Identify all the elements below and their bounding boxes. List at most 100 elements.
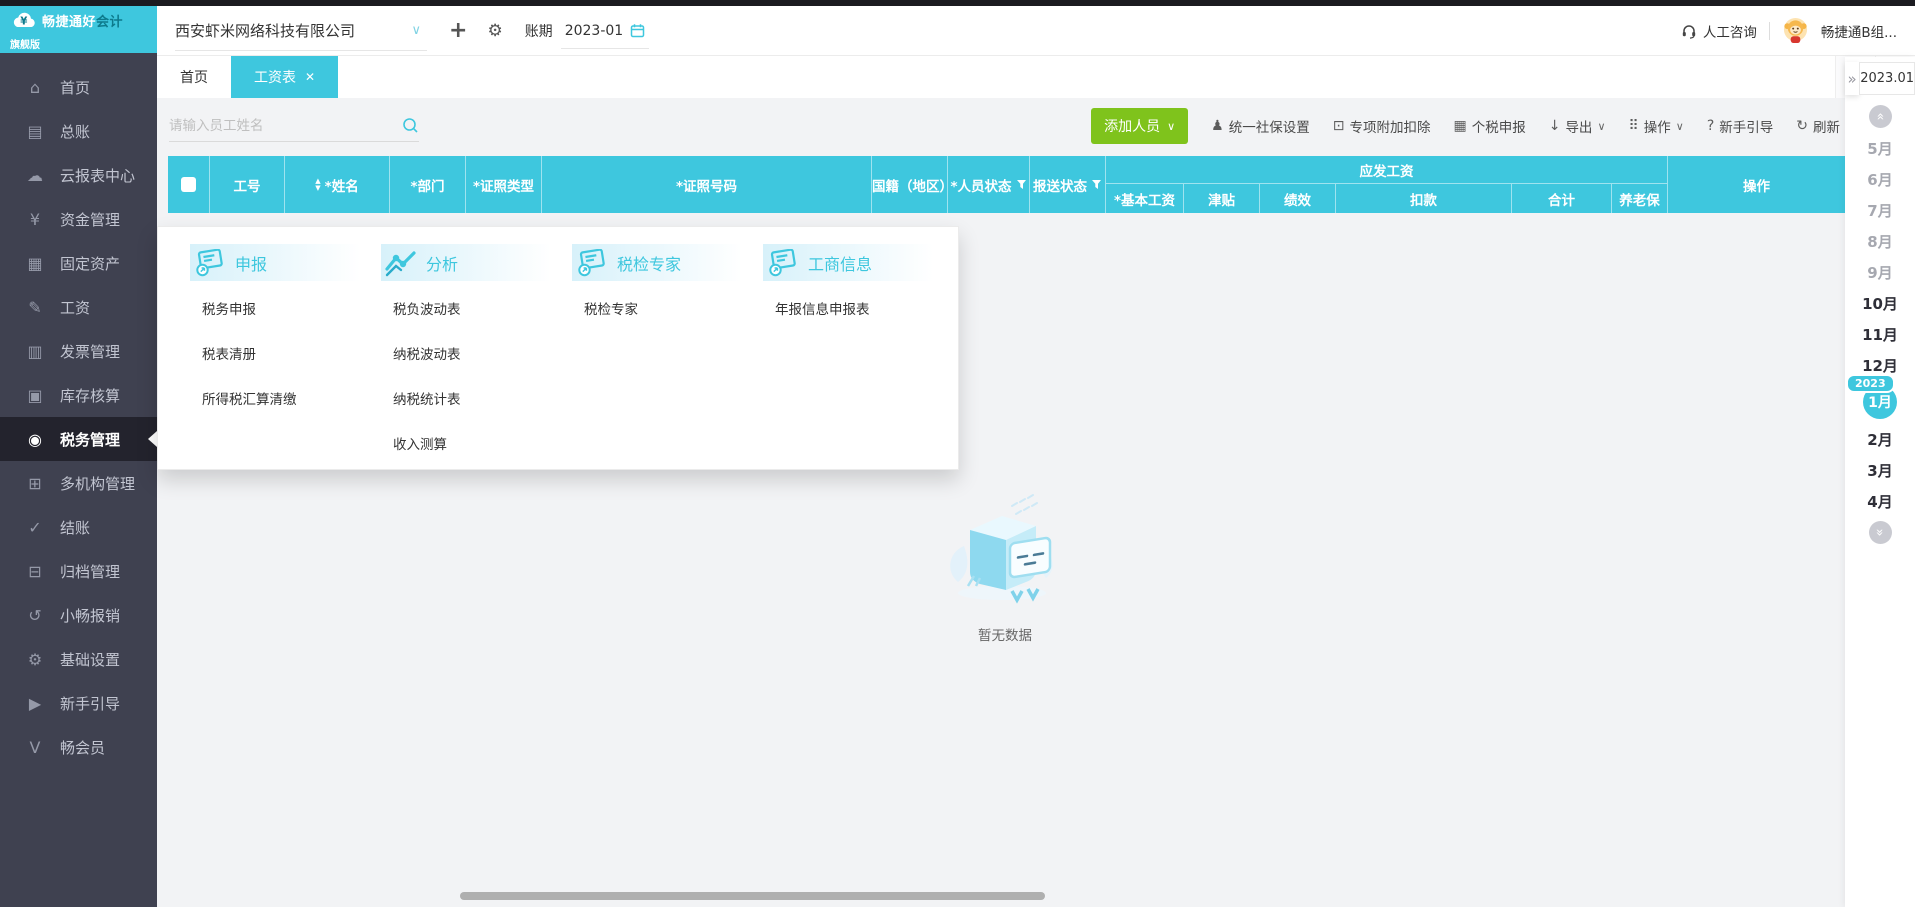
column-header[interactable]: *基本工资 <box>1106 184 1184 213</box>
month-2月[interactable]: 2月 <box>1867 428 1892 450</box>
menu-item[interactable]: 所得税汇算清缴 <box>202 388 369 408</box>
sidebar-item-fixed-assets[interactable]: ▦ 固定资产 <box>0 241 157 285</box>
tab-home[interactable]: 首页 <box>157 56 231 98</box>
sidebar-item-settings[interactable]: ⚙ 基础设置 <box>0 637 157 681</box>
tab-payroll[interactable]: 工资表 ✕ <box>231 56 339 98</box>
operations-button[interactable]: ⠿ 操作 ∨ <box>1629 116 1684 136</box>
column-header[interactable]: 合计 <box>1512 184 1612 213</box>
search-icon[interactable] <box>402 117 419 134</box>
sidebar-item-guide[interactable]: ▶ 新手引导 <box>0 681 157 725</box>
menu-section-header[interactable]: 税检专家 <box>572 244 751 281</box>
sidebar-item-label: 云报表中心 <box>60 166 136 185</box>
support-button[interactable]: 人工咨询 <box>1681 21 1757 41</box>
company-selector[interactable]: 西安虾米网络科技有限公司 ∨ <box>175 10 427 51</box>
menu-section-title: 申报 <box>235 254 268 274</box>
column-header[interactable]: 津贴 <box>1184 184 1260 213</box>
headset-icon <box>1682 24 1696 39</box>
column-label: 报送状态 <box>1033 178 1087 195</box>
column-header[interactable]: 国籍（地区） <box>872 156 953 213</box>
menu-item[interactable]: 税表清册 <box>202 343 369 363</box>
sidebar-item-archive[interactable]: ⊟ 归档管理 <box>0 549 157 593</box>
avatar[interactable] <box>1782 17 1809 44</box>
menu-item[interactable]: 税负波动表 <box>393 298 560 318</box>
add-person-button[interactable]: 添加人员 ∨ <box>1091 108 1189 144</box>
sidebar-item-inventory[interactable]: ▣ 库存核算 <box>0 373 157 417</box>
menu-section-declare: 申报税务申报税表清册所得税汇算清缴 <box>190 244 369 469</box>
column-header[interactable]: *人员状态 <box>948 156 1030 213</box>
column-header[interactable]: 养老保 <box>1612 184 1668 213</box>
period-value: 2023-01 <box>564 22 624 39</box>
chevron-down-icon: ∨ <box>1167 119 1176 133</box>
sidebar-item-reimburse[interactable]: ↺ 小畅报销 <box>0 593 157 637</box>
sidebar-item-home[interactable]: ⌂ 首页 <box>0 65 157 109</box>
period-selector[interactable]: 2023-01 <box>560 13 650 49</box>
menu-item[interactable]: 年报信息申报表 <box>775 298 942 318</box>
menu-section-biz-info: 工商信息年报信息申报表 <box>763 244 942 469</box>
month-1月[interactable]: 1月 2023 <box>1846 374 1897 419</box>
filter-icon[interactable] <box>1016 179 1027 190</box>
column-header[interactable]: 报送状态 <box>1030 156 1106 213</box>
sort-icon[interactable]: ▲ ▼ <box>315 178 320 192</box>
month-11月[interactable]: 11月 <box>1862 323 1898 345</box>
menu-section-header[interactable]: 分析 <box>381 244 560 281</box>
sidebar-item-closing[interactable]: ✓ 结账 <box>0 505 157 549</box>
add-account-icon[interactable]: + <box>449 19 467 41</box>
month-9月[interactable]: 9月 <box>1867 261 1892 283</box>
filter-icon[interactable] <box>1091 179 1102 190</box>
sidebar-item-funds[interactable]: ¥ 资金管理 <box>0 197 157 241</box>
column-header[interactable]: 工号 <box>210 156 285 213</box>
sidebar-item-multi-org[interactable]: ⊞ 多机构管理 <box>0 461 157 505</box>
column-label: 绩效 <box>1284 192 1311 209</box>
month-3月[interactable]: 3月 <box>1867 459 1892 481</box>
menu-item[interactable]: 收入测算 <box>393 433 560 453</box>
sidebar-item-label: 发票管理 <box>60 342 121 361</box>
sidebar-item-member[interactable]: Ⅴ 畅会员 <box>0 725 157 769</box>
tax-filing-button[interactable]: ▦ 个税申报 <box>1453 116 1525 136</box>
sidebar-item-invoices[interactable]: ▥ 发票管理 <box>0 329 157 373</box>
sidebar-item-label: 总账 <box>60 122 91 141</box>
column-header[interactable]: ▲ ▼ *姓名 <box>285 156 390 213</box>
column-header[interactable]: *证照类型 <box>466 156 542 213</box>
month-6月[interactable]: 6月 <box>1867 168 1892 190</box>
sidebar-item-general-ledger[interactable]: ▤ 总账 <box>0 109 157 153</box>
month-10月[interactable]: 10月 <box>1862 292 1898 314</box>
newbie-guide-button[interactable]: ? 新手引导 <box>1707 116 1773 136</box>
sidebar-item-cloud-reports[interactable]: ☁ 云报表中心 <box>0 153 157 197</box>
menu-item[interactable]: 纳税波动表 <box>393 343 560 363</box>
scroll-up-button[interactable]: « <box>1868 105 1892 128</box>
settings-gear-icon[interactable]: ⚙ <box>487 21 502 41</box>
column-header[interactable]: *证照号码 <box>542 156 872 213</box>
month-8月[interactable]: 8月 <box>1867 230 1892 252</box>
menu-section-header[interactable]: 工商信息 <box>763 244 942 281</box>
special-deduction-button[interactable]: ⊡ 专项附加扣除 <box>1333 116 1431 136</box>
reimburse-icon: ↺ <box>28 605 42 625</box>
refresh-button[interactable]: ↻ 刷新 <box>1796 116 1840 136</box>
toolbar-actions: 添加人员 ∨ ♟ 统一社保设置 ⊡ 专项附加扣除 ▦ 个税申报 ↓ 导出 ∨ ⠿ 操作 ∨ ? 新手引导 ↻… <box>1091 108 1840 144</box>
sidebar-item-tax[interactable]: ◉ 税务管理 <box>0 417 157 461</box>
month-4月[interactable]: 4月 <box>1867 490 1892 512</box>
gear-icon: ⚙ <box>27 649 43 669</box>
month-7月[interactable]: 7月 <box>1867 199 1892 221</box>
sidebar-item-payroll[interactable]: ✎ 工资 <box>0 285 157 329</box>
user-name[interactable]: 畅捷通B组... <box>1821 21 1897 41</box>
rail-collapse-button[interactable]: » <box>1845 62 1860 95</box>
select-all-checkbox[interactable] <box>181 177 196 192</box>
month-5月[interactable]: 5月 <box>1867 137 1892 159</box>
menu-item[interactable]: 税务申报 <box>202 298 369 318</box>
scroll-down-button[interactable]: « <box>1868 521 1892 544</box>
cloud-report-icon: ☁ <box>27 165 43 185</box>
period-rail: » 2023.01 « 5月 6月 7月 8月 9月 10月 11月 12月 1月 2023 2月 3… <box>1845 57 1915 907</box>
search-input[interactable] <box>169 117 379 133</box>
export-button[interactable]: ↓ 导出 ∨ <box>1549 116 1606 136</box>
app-logo[interactable]: ¥ 畅捷通好会计 旗舰版 <box>0 6 157 53</box>
column-header[interactable]: 扣款 <box>1336 184 1512 213</box>
menu-item[interactable]: 纳税统计表 <box>393 388 560 408</box>
horizontal-scrollbar[interactable] <box>460 892 1045 900</box>
menu-item[interactable]: 税检专家 <box>584 298 751 318</box>
close-tab-icon[interactable]: ✕ <box>305 70 315 84</box>
menu-section-header[interactable]: 申报 <box>190 244 369 281</box>
month-12月[interactable]: 12月 <box>1862 354 1898 376</box>
social-security-button[interactable]: ♟ 统一社保设置 <box>1211 116 1310 136</box>
column-header[interactable]: 绩效 <box>1260 184 1336 213</box>
column-header[interactable]: *部门 <box>390 156 466 213</box>
